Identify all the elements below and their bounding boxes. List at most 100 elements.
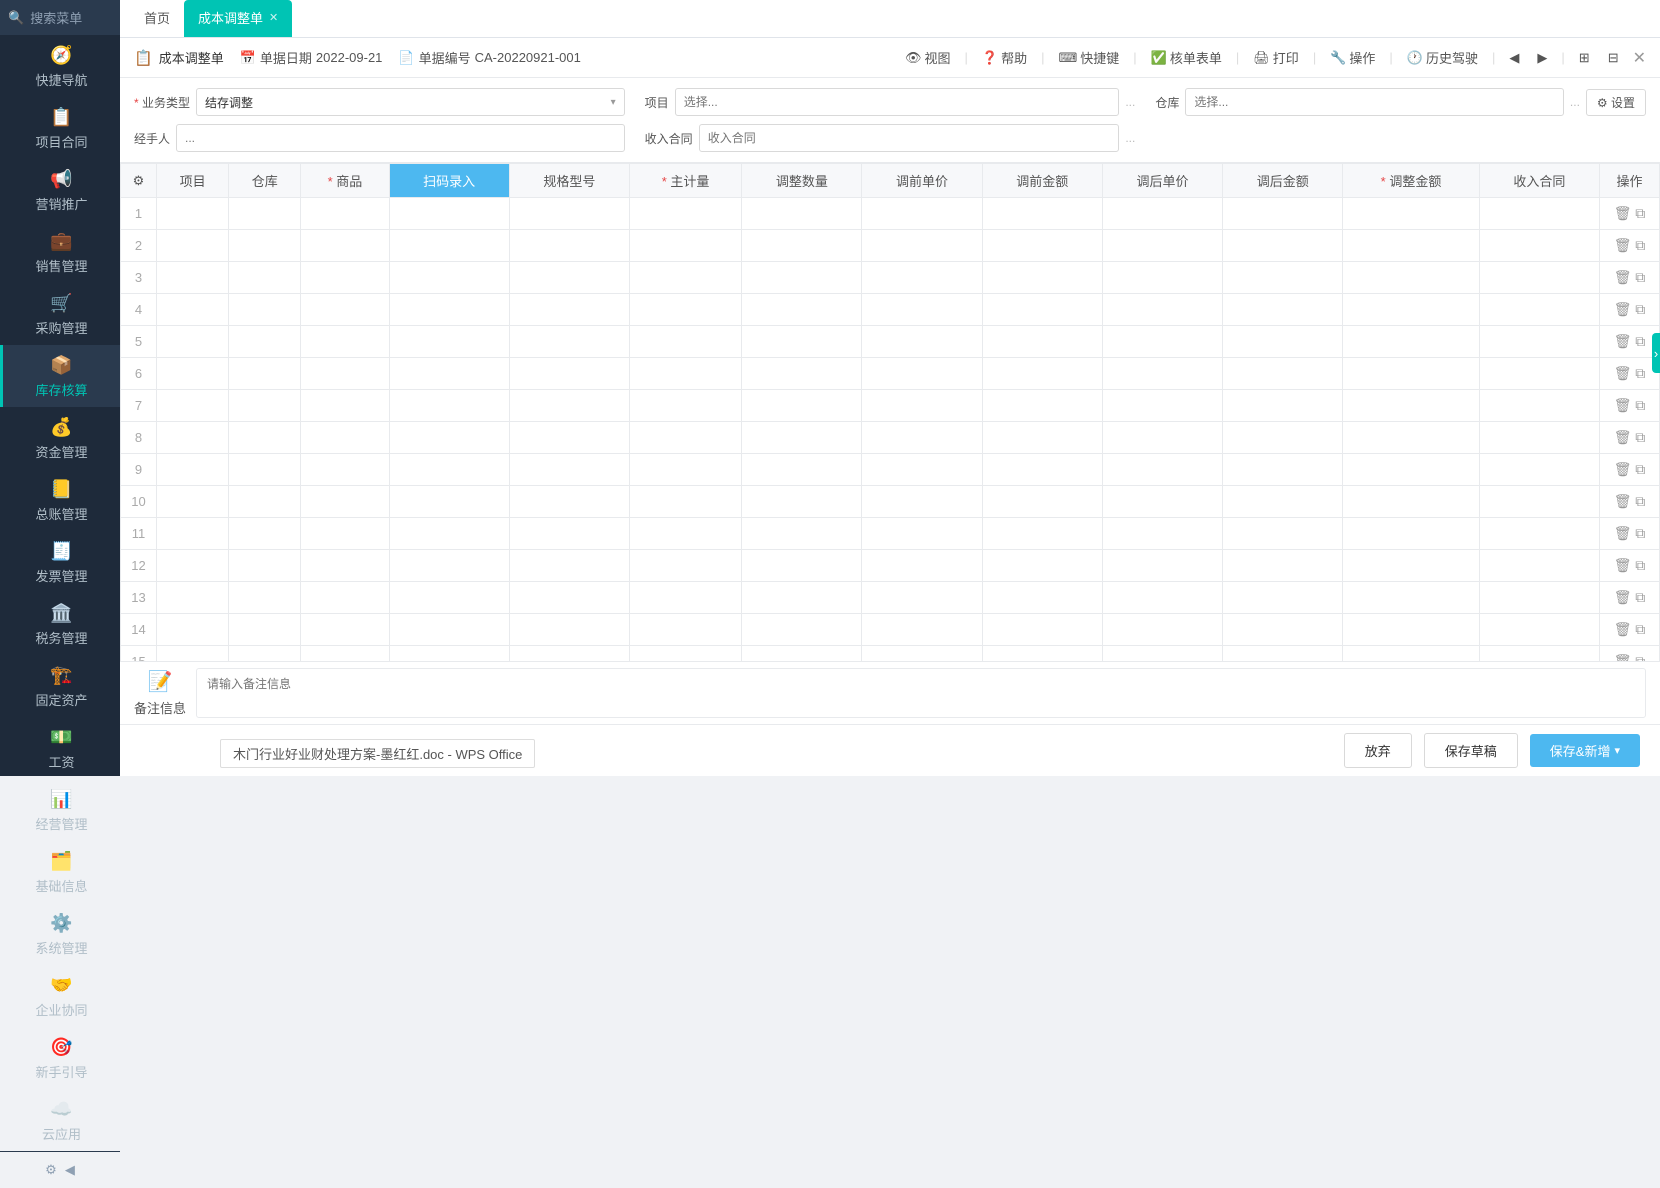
row-8-income-contract[interactable] xyxy=(1479,422,1599,454)
row-4-before-amount[interactable] xyxy=(982,294,1102,326)
nav-prev-btn[interactable]: ◀ xyxy=(1505,48,1523,68)
copy-row-7-icon[interactable]: ⧉ xyxy=(1635,397,1645,413)
copy-row-3-icon[interactable]: ⧉ xyxy=(1635,269,1645,285)
row-11-adj-amount[interactable] xyxy=(1343,518,1479,550)
delete-row-8-icon[interactable]: 🗑 xyxy=(1614,429,1632,445)
row-8-before-amount[interactable] xyxy=(982,422,1102,454)
row-3-adj-amount[interactable] xyxy=(1343,262,1479,294)
row-5-before-unit-price[interactable] xyxy=(862,326,982,358)
row-8-before-unit-price[interactable] xyxy=(862,422,982,454)
row-15-scan-input[interactable] xyxy=(389,646,509,662)
row-10-after-unit-price[interactable] xyxy=(1102,486,1222,518)
row-11-after-unit-price[interactable] xyxy=(1102,518,1222,550)
row-9-spec-type[interactable] xyxy=(509,454,629,486)
row-5-income-contract[interactable] xyxy=(1479,326,1599,358)
row-5-adj-qty[interactable] xyxy=(742,326,862,358)
row-3-product[interactable] xyxy=(301,262,389,294)
copy-row-11-icon[interactable]: ⧉ xyxy=(1635,525,1645,541)
copy-row-15-icon[interactable]: ⧉ xyxy=(1635,653,1645,661)
row-8-after-amount[interactable] xyxy=(1223,422,1343,454)
row-7-main-qty[interactable] xyxy=(629,390,741,422)
row-7-adj-qty[interactable] xyxy=(742,390,862,422)
row-10-product[interactable] xyxy=(301,486,389,518)
row-11-spec-type[interactable] xyxy=(509,518,629,550)
copy-row-4-icon[interactable]: ⧉ xyxy=(1635,301,1645,317)
row-7-income-contract[interactable] xyxy=(1479,390,1599,422)
tab-home[interactable]: 首页 xyxy=(130,0,184,37)
row-11-product[interactable] xyxy=(301,518,389,550)
sidebar-search[interactable]: 🔍 搜索菜单 xyxy=(0,0,120,35)
sidebar-item-inventory-accounting[interactable]: 📦 库存核算 xyxy=(0,345,120,407)
row-10-project[interactable] xyxy=(157,486,229,518)
row-5-before-amount[interactable] xyxy=(982,326,1102,358)
row-13-project[interactable] xyxy=(157,582,229,614)
row-12-product[interactable] xyxy=(301,550,389,582)
approve-action-btn[interactable]: ✅ 核单表单 xyxy=(1147,46,1226,69)
row-4-adj-amount[interactable] xyxy=(1343,294,1479,326)
row-8-scan-input[interactable] xyxy=(389,422,509,454)
row-15-project[interactable] xyxy=(157,646,229,662)
row-14-project[interactable] xyxy=(157,614,229,646)
grid-view-btn[interactable]: ⊞ xyxy=(1575,48,1594,68)
copy-row-6-icon[interactable]: ⧉ xyxy=(1635,365,1645,381)
row-3-spec-type[interactable] xyxy=(509,262,629,294)
row-2-after-amount[interactable] xyxy=(1223,230,1343,262)
row-14-income-contract[interactable] xyxy=(1479,614,1599,646)
row-1-income-contract[interactable] xyxy=(1479,198,1599,230)
row-5-after-unit-price[interactable] xyxy=(1102,326,1222,358)
row-11-after-amount[interactable] xyxy=(1223,518,1343,550)
copy-row-10-icon[interactable]: ⧉ xyxy=(1635,493,1645,509)
help-action-btn[interactable]: ❓ 帮助 xyxy=(978,46,1031,69)
row-11-income-contract[interactable] xyxy=(1479,518,1599,550)
row-6-adj-amount[interactable] xyxy=(1343,358,1479,390)
row-10-before-unit-price[interactable] xyxy=(862,486,982,518)
sidebar-settings-btn[interactable]: ⚙ ◀ xyxy=(0,1152,120,1188)
row-5-after-amount[interactable] xyxy=(1223,326,1343,358)
row-10-main-qty[interactable] xyxy=(629,486,741,518)
delete-row-12-icon[interactable]: 🗑 xyxy=(1614,557,1632,573)
row-13-main-qty[interactable] xyxy=(629,582,741,614)
row-9-after-unit-price[interactable] xyxy=(1102,454,1222,486)
row-7-spec-type[interactable] xyxy=(509,390,629,422)
warehouse-ellipsis[interactable]: ... xyxy=(1570,95,1580,109)
sidebar-item-basic-info[interactable]: 🗂️ 基础信息 xyxy=(0,841,120,903)
row-6-after-unit-price[interactable] xyxy=(1102,358,1222,390)
row-9-main-qty[interactable] xyxy=(629,454,741,486)
row-1-spec-type[interactable] xyxy=(509,198,629,230)
copy-row-13-icon[interactable]: ⧉ xyxy=(1635,589,1645,605)
col-settings[interactable]: ⚙ xyxy=(121,164,157,198)
row-3-adj-qty[interactable] xyxy=(742,262,862,294)
row-2-adj-qty[interactable] xyxy=(742,230,862,262)
row-6-adj-qty[interactable] xyxy=(742,358,862,390)
row-2-before-amount[interactable] xyxy=(982,230,1102,262)
row-9-scan-input[interactable] xyxy=(389,454,509,486)
row-2-adj-amount[interactable] xyxy=(1343,230,1479,262)
col-scan-input[interactable]: 扫码录入 xyxy=(389,164,509,198)
save-new-button[interactable]: 保存&新增 ▾ xyxy=(1530,734,1640,767)
row-4-main-qty[interactable] xyxy=(629,294,741,326)
row-10-warehouse[interactable] xyxy=(229,486,301,518)
row-4-spec-type[interactable] xyxy=(509,294,629,326)
row-8-spec-type[interactable] xyxy=(509,422,629,454)
row-6-spec-type[interactable] xyxy=(509,358,629,390)
delete-row-4-icon[interactable]: 🗑 xyxy=(1614,301,1632,317)
copy-row-14-icon[interactable]: ⧉ xyxy=(1635,621,1645,637)
row-10-scan-input[interactable] xyxy=(389,486,509,518)
delete-row-13-icon[interactable]: 🗑 xyxy=(1614,589,1632,605)
copy-row-1-icon[interactable]: ⧉ xyxy=(1635,205,1645,221)
row-5-project[interactable] xyxy=(157,326,229,358)
row-13-adj-qty[interactable] xyxy=(742,582,862,614)
delete-row-3-icon[interactable]: 🗑 xyxy=(1614,269,1632,285)
row-7-warehouse[interactable] xyxy=(229,390,301,422)
row-13-after-amount[interactable] xyxy=(1223,582,1343,614)
row-13-before-unit-price[interactable] xyxy=(862,582,982,614)
row-1-after-amount[interactable] xyxy=(1223,198,1343,230)
row-3-after-unit-price[interactable] xyxy=(1102,262,1222,294)
row-2-product[interactable] xyxy=(301,230,389,262)
row-7-scan-input[interactable] xyxy=(389,390,509,422)
row-2-spec-type[interactable] xyxy=(509,230,629,262)
row-12-after-amount[interactable] xyxy=(1223,550,1343,582)
row-13-after-unit-price[interactable] xyxy=(1102,582,1222,614)
row-15-warehouse[interactable] xyxy=(229,646,301,662)
row-6-product[interactable] xyxy=(301,358,389,390)
